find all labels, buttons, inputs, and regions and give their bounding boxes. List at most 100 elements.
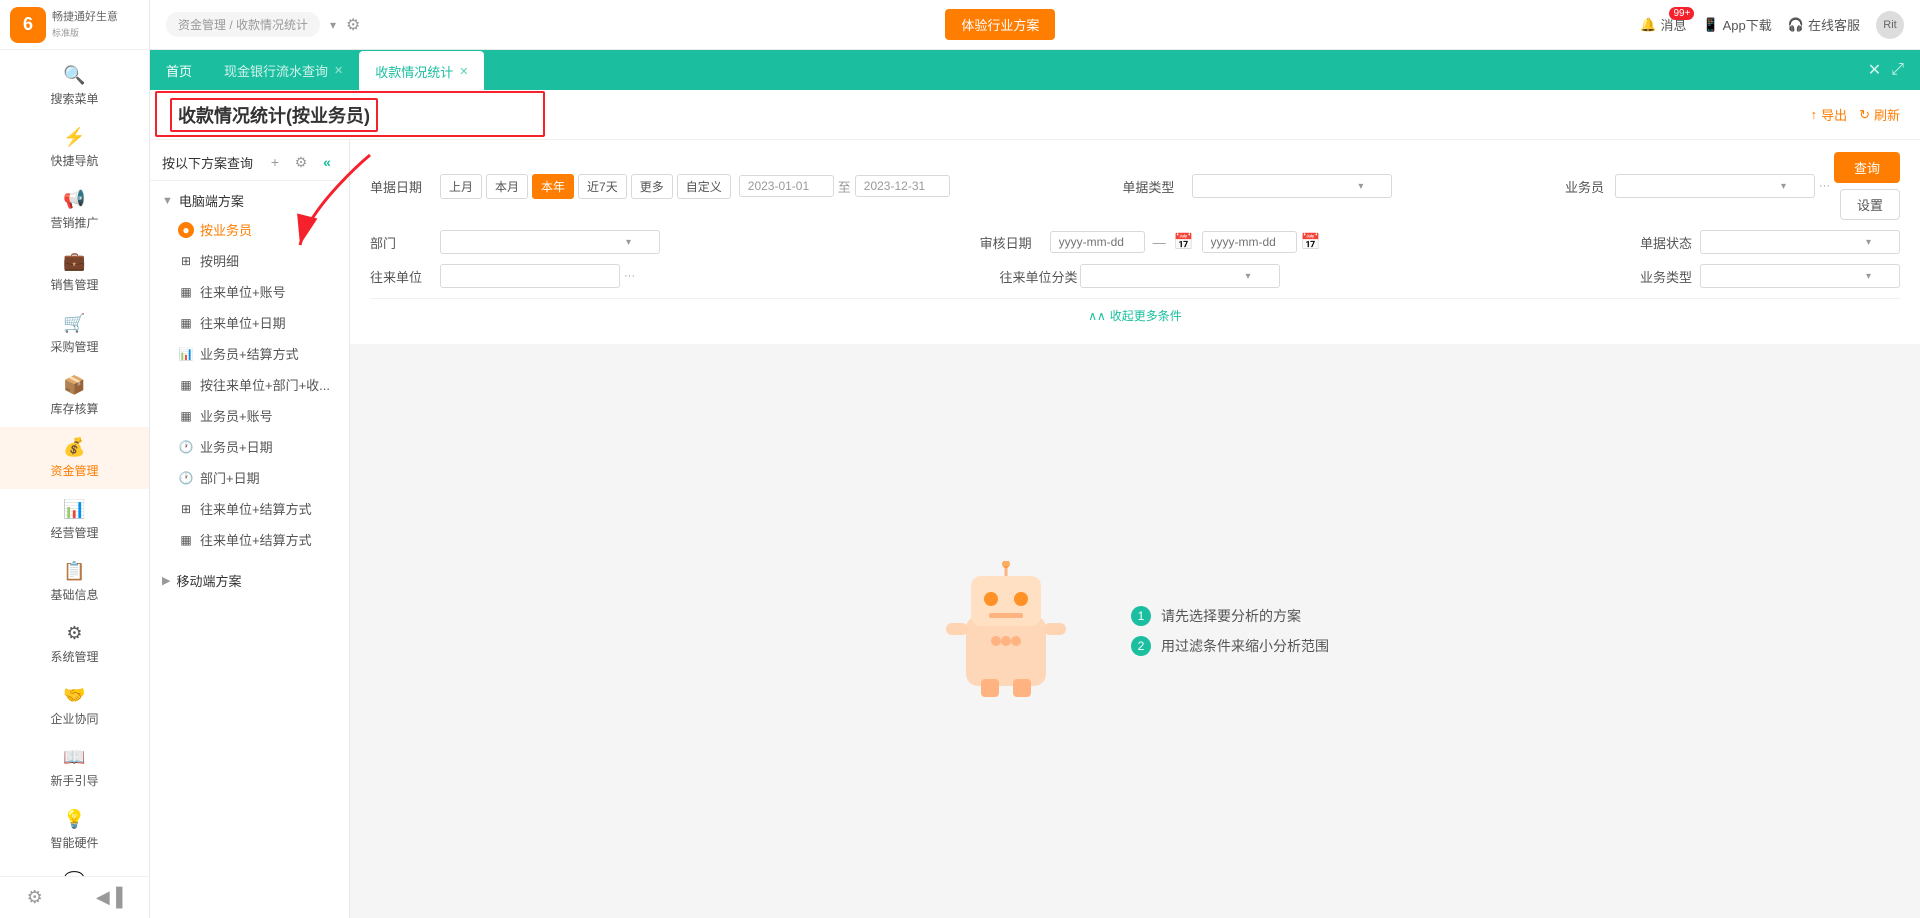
export-button[interactable]: ↑ 导出 [1811, 105, 1848, 124]
collapse-icon: ∧∧ [1088, 309, 1106, 323]
tab-collection-stat[interactable]: 收款情况统计 ✕ [359, 51, 484, 91]
clock-icon: 🕐 [178, 439, 194, 455]
audit-date-label: 审核日期 [980, 233, 1050, 252]
query-button[interactable]: 查询 [1834, 152, 1900, 183]
sidebar-item-operations[interactable]: 📊 经营管理 [0, 489, 149, 551]
setting-button[interactable]: 设置 [1840, 189, 1900, 220]
empty-robot-illustration [941, 561, 1071, 701]
sidebar-item-search[interactable]: 🔍 搜索菜单 [0, 55, 149, 117]
expand-arrow-icon: ▼ [162, 195, 173, 207]
this-year-btn[interactable]: 本年 [532, 174, 574, 199]
calendar-icon[interactable]: 📅 [1174, 232, 1194, 252]
date-separator: 至 [838, 177, 851, 196]
last-month-btn[interactable]: 上月 [440, 174, 482, 199]
sidebar-item-inventory[interactable]: 📦 库存核算 [0, 365, 149, 427]
tab-bank-flow[interactable]: 现金银行流水查询 ✕ [208, 50, 359, 90]
mobile-scheme-header[interactable]: ▶ 移动端方案 [150, 567, 349, 594]
scheme-icon: ▦ [178, 377, 194, 393]
page-header-actions: ↑ 导出 ↻ 刷新 [1811, 105, 1900, 124]
app-download-button[interactable]: 📱 App下载 [1702, 15, 1771, 34]
this-month-btn[interactable]: 本月 [486, 174, 528, 199]
gear-icon[interactable]: ⚙ [346, 15, 360, 35]
system-icon: ⚙ [66, 623, 82, 644]
export-icon: ↑ [1811, 107, 1818, 122]
scheme-item-unit-settle1[interactable]: ⊞ 往来单位+结算方式 [150, 493, 349, 524]
sidebar-item-guide[interactable]: 📖 新手引导 [0, 737, 149, 799]
desktop-scheme-header[interactable]: ▼ 电脑端方案 [150, 187, 349, 214]
clock-icon: 🕐 [178, 470, 194, 486]
step-1-number: 1 [1131, 606, 1151, 626]
collapse-filter-button[interactable]: ∧∧ 收起更多条件 [370, 298, 1900, 332]
sidebar-item-label: 快捷导航 [50, 152, 98, 169]
messages-button[interactable]: 🔔 消息 99+ [1640, 15, 1686, 34]
business-type-select[interactable]: ▾ [1700, 264, 1900, 288]
window-maximize-icon[interactable]: ⤢ [1891, 61, 1904, 79]
audit-date-range: — 📅 📅 [1050, 231, 1321, 253]
audit-date-from-input[interactable] [1050, 231, 1145, 253]
scheme-item-salesman-account[interactable]: ▦ 业务员+账号 [150, 400, 349, 431]
collapse-sidebar-icon[interactable]: ◀▐ [96, 887, 123, 908]
scheme-item-salesman[interactable]: ● 按业务员 [150, 214, 349, 245]
sidebar-item-sales[interactable]: 💼 销售管理 [0, 241, 149, 303]
scheme-item-unit-settle2[interactable]: ▦ 往来单位+结算方式 [150, 524, 349, 555]
topbar: 资金管理 / 收款情况统计 ▾ ⚙ 体验行业方案 🔔 消息 99+ 📱 App下… [150, 0, 1920, 50]
topbar-left: 资金管理 / 收款情况统计 ▾ ⚙ [166, 12, 360, 37]
doc-type-select[interactable]: ▾ [1192, 174, 1392, 198]
refresh-button[interactable]: ↻ 刷新 [1859, 105, 1900, 124]
scheme-item-unit-account[interactable]: ▦ 往来单位+账号 [150, 276, 349, 307]
tab-close-icon[interactable]: ✕ [459, 65, 468, 78]
user-avatar[interactable]: Rit [1876, 11, 1904, 39]
date-from-input[interactable] [739, 175, 834, 197]
audit-date-to-input[interactable] [1202, 231, 1297, 253]
scheme-settings-icon[interactable]: ⚙ [291, 152, 311, 172]
date-to-input[interactable] [855, 175, 950, 197]
doc-status-select[interactable]: ▾ [1700, 230, 1900, 254]
trial-button[interactable]: 体验行业方案 [945, 9, 1055, 40]
sidebar-item-purchase[interactable]: 🛒 采购管理 [0, 303, 149, 365]
chevron-down-icon: ▾ [330, 18, 336, 32]
online-service-button[interactable]: 🎧 在线客服 [1788, 15, 1860, 34]
chevron-down-icon: ▾ [1245, 271, 1250, 282]
sidebar-item-wechat[interactable]: 💬 企业微信 [0, 861, 149, 876]
sidebar-item-marketing[interactable]: 📢 营销推广 [0, 179, 149, 241]
sidebar-item-system[interactable]: ⚙ 系统管理 [0, 613, 149, 675]
more-date-btn[interactable]: 更多 [631, 174, 673, 199]
tab-home[interactable]: 首页 [150, 61, 208, 80]
scheme-item-unit-dept[interactable]: ▦ 按往来单位+部门+收... [150, 369, 349, 400]
collapse-panel-icon[interactable]: « [317, 152, 337, 172]
sidebar-item-finance[interactable]: 💰 资金管理 [0, 427, 149, 489]
dept-select[interactable]: ▾ [440, 230, 660, 254]
logo: 6 畅捷通好生意 标准版 [0, 0, 149, 50]
headset-icon: 🎧 [1788, 17, 1804, 33]
counterpart-more-button[interactable]: ··· [624, 270, 635, 282]
sidebar-item-label: 基础信息 [50, 586, 98, 603]
chevron-down-icon: ▾ [1866, 237, 1871, 248]
salesman-select[interactable]: ▾ [1615, 174, 1815, 198]
sidebar-item-quicknav[interactable]: ⚡ 快捷导航 [0, 117, 149, 179]
scheme-item-dept-date[interactable]: 🕐 部门+日期 [150, 462, 349, 493]
counterpart-category-select[interactable]: ▾ [1080, 264, 1280, 288]
window-close-icon[interactable]: ✕ [1868, 60, 1881, 80]
tab-close-icon[interactable]: ✕ [334, 64, 343, 77]
scheme-item-detail[interactable]: ⊞ 按明细 [150, 245, 349, 276]
counterpart-select[interactable] [440, 264, 620, 288]
salesman-more-button[interactable]: ··· [1819, 180, 1830, 192]
sidebar-item-label: 营销推广 [50, 214, 98, 231]
calendar-icon2[interactable]: 📅 [1301, 232, 1321, 252]
sidebar-bottom: ⚙ ◀▐ [0, 876, 149, 918]
scheme-item-salesman-date[interactable]: 🕐 业务员+日期 [150, 431, 349, 462]
finance-icon: 💰 [63, 437, 85, 458]
left-panel-header: 按以下方案查询 + ⚙ « [150, 140, 349, 181]
scheme-item-unit-date[interactable]: ▦ 往来单位+日期 [150, 307, 349, 338]
add-scheme-icon[interactable]: + [265, 152, 285, 172]
scheme-item-salesman-settle[interactable]: 📊 业务员+结算方式 [150, 338, 349, 369]
last-7days-btn[interactable]: 近7天 [578, 174, 627, 199]
scheme-icon: ▦ [178, 284, 194, 300]
sidebar-item-baseinfo[interactable]: 📋 基础信息 [0, 551, 149, 613]
message-badge: 99+ [1669, 7, 1694, 20]
baseinfo-icon: 📋 [63, 561, 85, 582]
custom-date-btn[interactable]: 自定义 [677, 174, 731, 199]
sidebar-item-hardware[interactable]: 💡 智能硬件 [0, 799, 149, 861]
settings-bottom-icon[interactable]: ⚙ [27, 887, 43, 908]
sidebar-item-collab[interactable]: 🤝 企业协同 [0, 675, 149, 737]
